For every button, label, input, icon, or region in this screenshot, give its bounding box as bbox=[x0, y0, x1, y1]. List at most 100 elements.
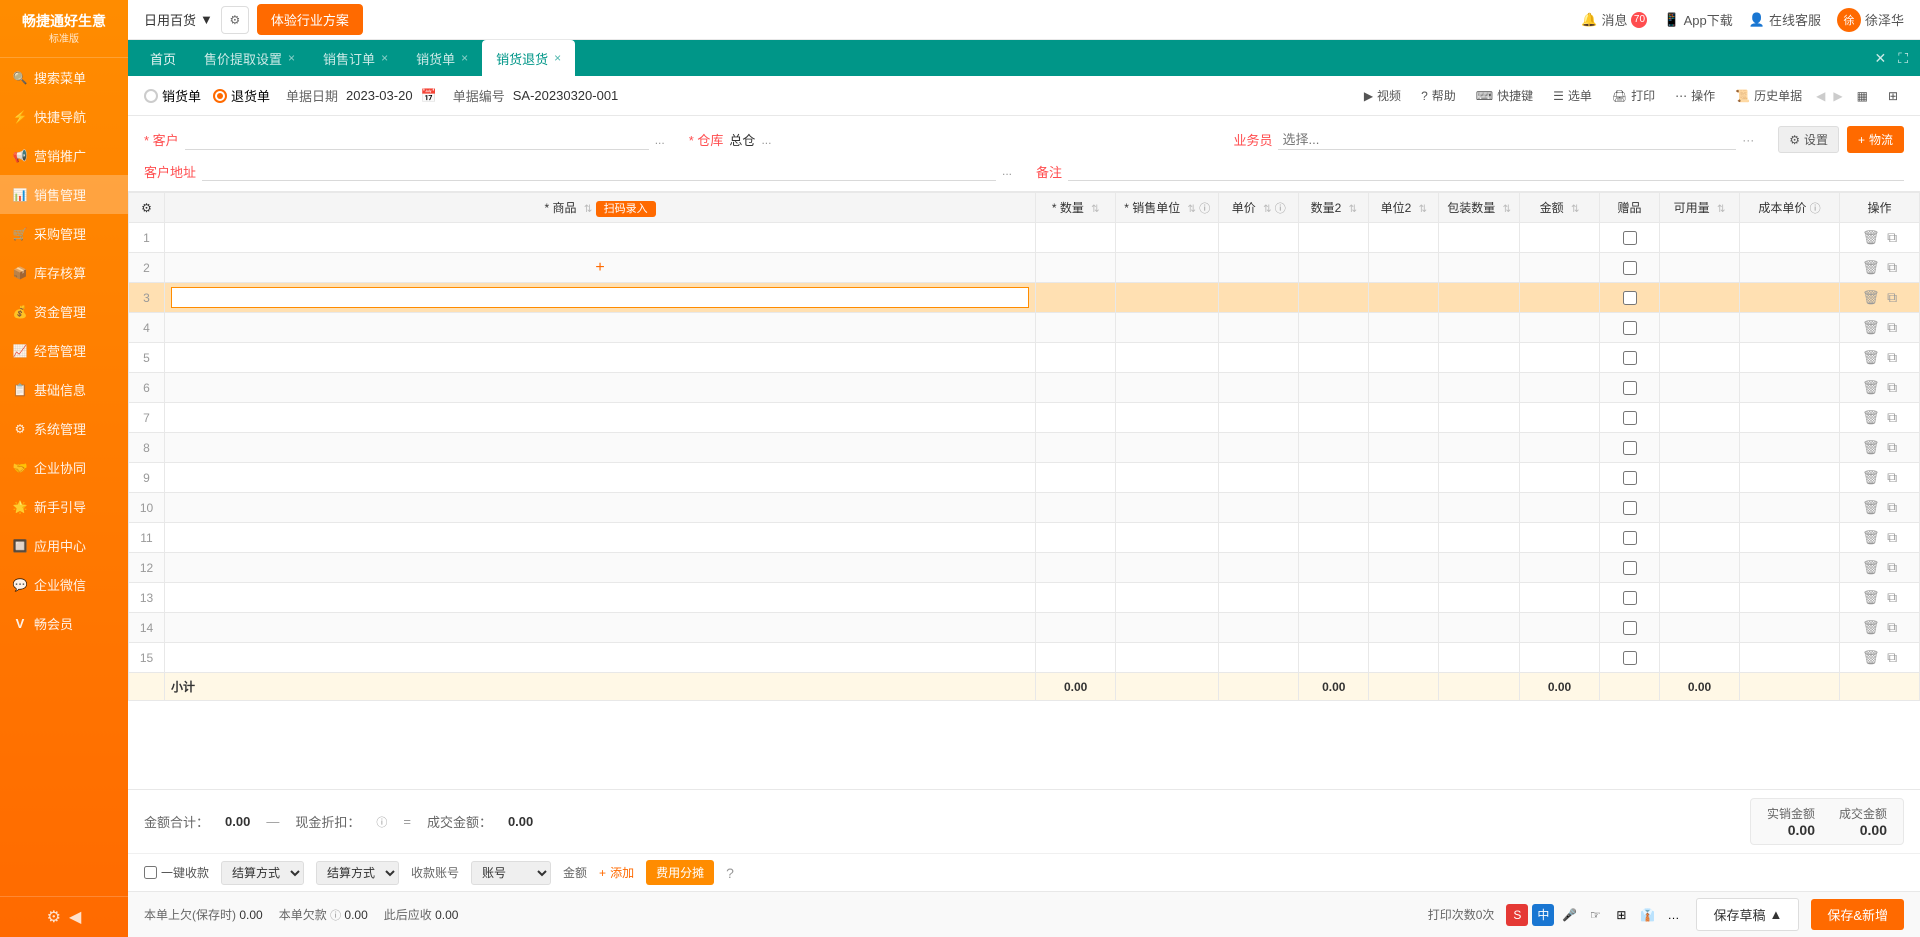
sidebar-item-finance[interactable]: 💰 资金管理 bbox=[0, 292, 128, 331]
close-icon[interactable]: × bbox=[461, 51, 468, 65]
unit2-cell[interactable] bbox=[1369, 313, 1439, 343]
col-settings[interactable]: ⚙ bbox=[129, 193, 165, 223]
available-cell[interactable] bbox=[1660, 523, 1740, 553]
qty2-cell[interactable] bbox=[1299, 283, 1369, 313]
save-draft-button[interactable]: 保存草稿 ▲ bbox=[1696, 898, 1799, 931]
available-cell[interactable] bbox=[1660, 223, 1740, 253]
cost-cell[interactable] bbox=[1740, 373, 1840, 403]
product-cell[interactable] bbox=[165, 523, 1036, 553]
unit2-cell[interactable] bbox=[1369, 643, 1439, 673]
qty-cell[interactable] bbox=[1036, 553, 1116, 583]
cursor-icon[interactable]: ☞ bbox=[1584, 904, 1606, 926]
price-cell[interactable] bbox=[1219, 343, 1299, 373]
available-cell[interactable] bbox=[1660, 433, 1740, 463]
history-button[interactable]: 📜 历史单据 bbox=[1729, 84, 1808, 107]
amount-cell[interactable] bbox=[1520, 433, 1600, 463]
copy-row-button[interactable]: ⧉ bbox=[1885, 407, 1899, 428]
unit-cell[interactable] bbox=[1116, 343, 1219, 373]
gift-cell[interactable] bbox=[1600, 223, 1660, 253]
cost-cell[interactable] bbox=[1740, 343, 1840, 373]
price-cell[interactable] bbox=[1219, 403, 1299, 433]
qty2-cell[interactable] bbox=[1299, 523, 1369, 553]
sidebar-item-shortcut[interactable]: ⚡ 快捷导航 bbox=[0, 97, 128, 136]
product-cell[interactable] bbox=[165, 403, 1036, 433]
sidebar-item-operations[interactable]: 📈 经营管理 bbox=[0, 331, 128, 370]
zh-icon[interactable]: 中 bbox=[1532, 904, 1554, 926]
gift-checkbox[interactable] bbox=[1623, 381, 1637, 395]
warehouse-lookup-btn[interactable]: ... bbox=[761, 133, 771, 147]
qty-cell[interactable] bbox=[1036, 253, 1116, 283]
available-cell[interactable] bbox=[1660, 613, 1740, 643]
qty-cell[interactable] bbox=[1036, 643, 1116, 673]
account-select[interactable]: 账号 bbox=[471, 861, 551, 885]
online-service-button[interactable]: 👤 在线客服 bbox=[1749, 10, 1821, 29]
gift-checkbox[interactable] bbox=[1623, 591, 1637, 605]
price-cell[interactable] bbox=[1219, 283, 1299, 313]
copy-row-button[interactable]: ⧉ bbox=[1885, 437, 1899, 458]
gift-cell[interactable] bbox=[1600, 583, 1660, 613]
sidebar-item-inventory[interactable]: 📦 库存核算 bbox=[0, 253, 128, 292]
available-cell[interactable] bbox=[1660, 343, 1740, 373]
amount-cell[interactable] bbox=[1520, 283, 1600, 313]
sidebar-item-wechat[interactable]: 💬 企业微信 bbox=[0, 565, 128, 604]
qty2-cell[interactable] bbox=[1299, 583, 1369, 613]
product-cell[interactable] bbox=[165, 463, 1036, 493]
cost-cell[interactable] bbox=[1740, 643, 1840, 673]
unit-cell[interactable] bbox=[1116, 583, 1219, 613]
address-lookup-btn[interactable]: ... bbox=[1002, 164, 1012, 178]
unit2-cell[interactable] bbox=[1369, 583, 1439, 613]
unit-cell[interactable] bbox=[1116, 373, 1219, 403]
sidebar-item-app-center[interactable]: 🔲 应用中心 bbox=[0, 526, 128, 565]
unit2-cell[interactable] bbox=[1369, 433, 1439, 463]
price-cell[interactable] bbox=[1219, 523, 1299, 553]
gift-cell[interactable] bbox=[1600, 433, 1660, 463]
gift-checkbox[interactable] bbox=[1623, 501, 1637, 515]
gift-checkbox[interactable] bbox=[1623, 261, 1637, 275]
remark-input[interactable] bbox=[1068, 161, 1904, 181]
pack-cell[interactable] bbox=[1439, 253, 1520, 283]
amount-cell[interactable] bbox=[1520, 583, 1600, 613]
cost-cell[interactable] bbox=[1740, 403, 1840, 433]
trial-button[interactable]: 体验行业方案 bbox=[257, 4, 363, 35]
unit2-cell[interactable] bbox=[1369, 283, 1439, 313]
sidebar-item-basic[interactable]: 📋 基础信息 bbox=[0, 370, 128, 409]
cost-cell[interactable] bbox=[1740, 463, 1840, 493]
gift-cell[interactable] bbox=[1600, 643, 1660, 673]
gift-checkbox[interactable] bbox=[1623, 621, 1637, 635]
cost-cell[interactable] bbox=[1740, 613, 1840, 643]
qty-cell[interactable] bbox=[1036, 283, 1116, 313]
logistics-button[interactable]: + 物流 bbox=[1847, 126, 1904, 153]
app-download-button[interactable]: 📱 App下载 bbox=[1663, 10, 1732, 29]
qty-cell[interactable] bbox=[1036, 313, 1116, 343]
amount-cell[interactable] bbox=[1520, 643, 1600, 673]
qty-cell[interactable] bbox=[1036, 433, 1116, 463]
qty2-cell[interactable] bbox=[1299, 463, 1369, 493]
amount-cell[interactable] bbox=[1520, 373, 1600, 403]
copy-row-button[interactable]: ⧉ bbox=[1885, 287, 1899, 308]
pack-cell[interactable] bbox=[1439, 553, 1520, 583]
qty-cell[interactable] bbox=[1036, 493, 1116, 523]
pack-cell[interactable] bbox=[1439, 223, 1520, 253]
product-cell[interactable] bbox=[165, 343, 1036, 373]
sort-icon[interactable]: ⇅ bbox=[1091, 204, 1099, 215]
copy-row-button[interactable]: ⧉ bbox=[1885, 647, 1899, 668]
calendar-icon[interactable]: 📅 bbox=[421, 88, 437, 104]
cost-cell[interactable] bbox=[1740, 253, 1840, 283]
pack-cell[interactable] bbox=[1439, 313, 1520, 343]
add-button[interactable]: + 添加 bbox=[599, 864, 634, 881]
gift-cell[interactable] bbox=[1600, 493, 1660, 523]
copy-row-button[interactable]: ⧉ bbox=[1885, 587, 1899, 608]
qty-cell[interactable] bbox=[1036, 403, 1116, 433]
copy-row-button[interactable]: ⧉ bbox=[1885, 557, 1899, 578]
pack-cell[interactable] bbox=[1439, 643, 1520, 673]
qty-cell[interactable] bbox=[1036, 343, 1116, 373]
unit2-cell[interactable] bbox=[1369, 343, 1439, 373]
unit-cell[interactable] bbox=[1116, 643, 1219, 673]
cost-cell[interactable] bbox=[1740, 283, 1840, 313]
tab-sales-return[interactable]: 销货退货 × bbox=[482, 40, 575, 76]
cost-cell[interactable] bbox=[1740, 523, 1840, 553]
available-cell[interactable] bbox=[1660, 583, 1740, 613]
cost-cell[interactable] bbox=[1740, 313, 1840, 343]
copy-row-button[interactable]: ⧉ bbox=[1885, 467, 1899, 488]
amount-cell[interactable] bbox=[1520, 313, 1600, 343]
